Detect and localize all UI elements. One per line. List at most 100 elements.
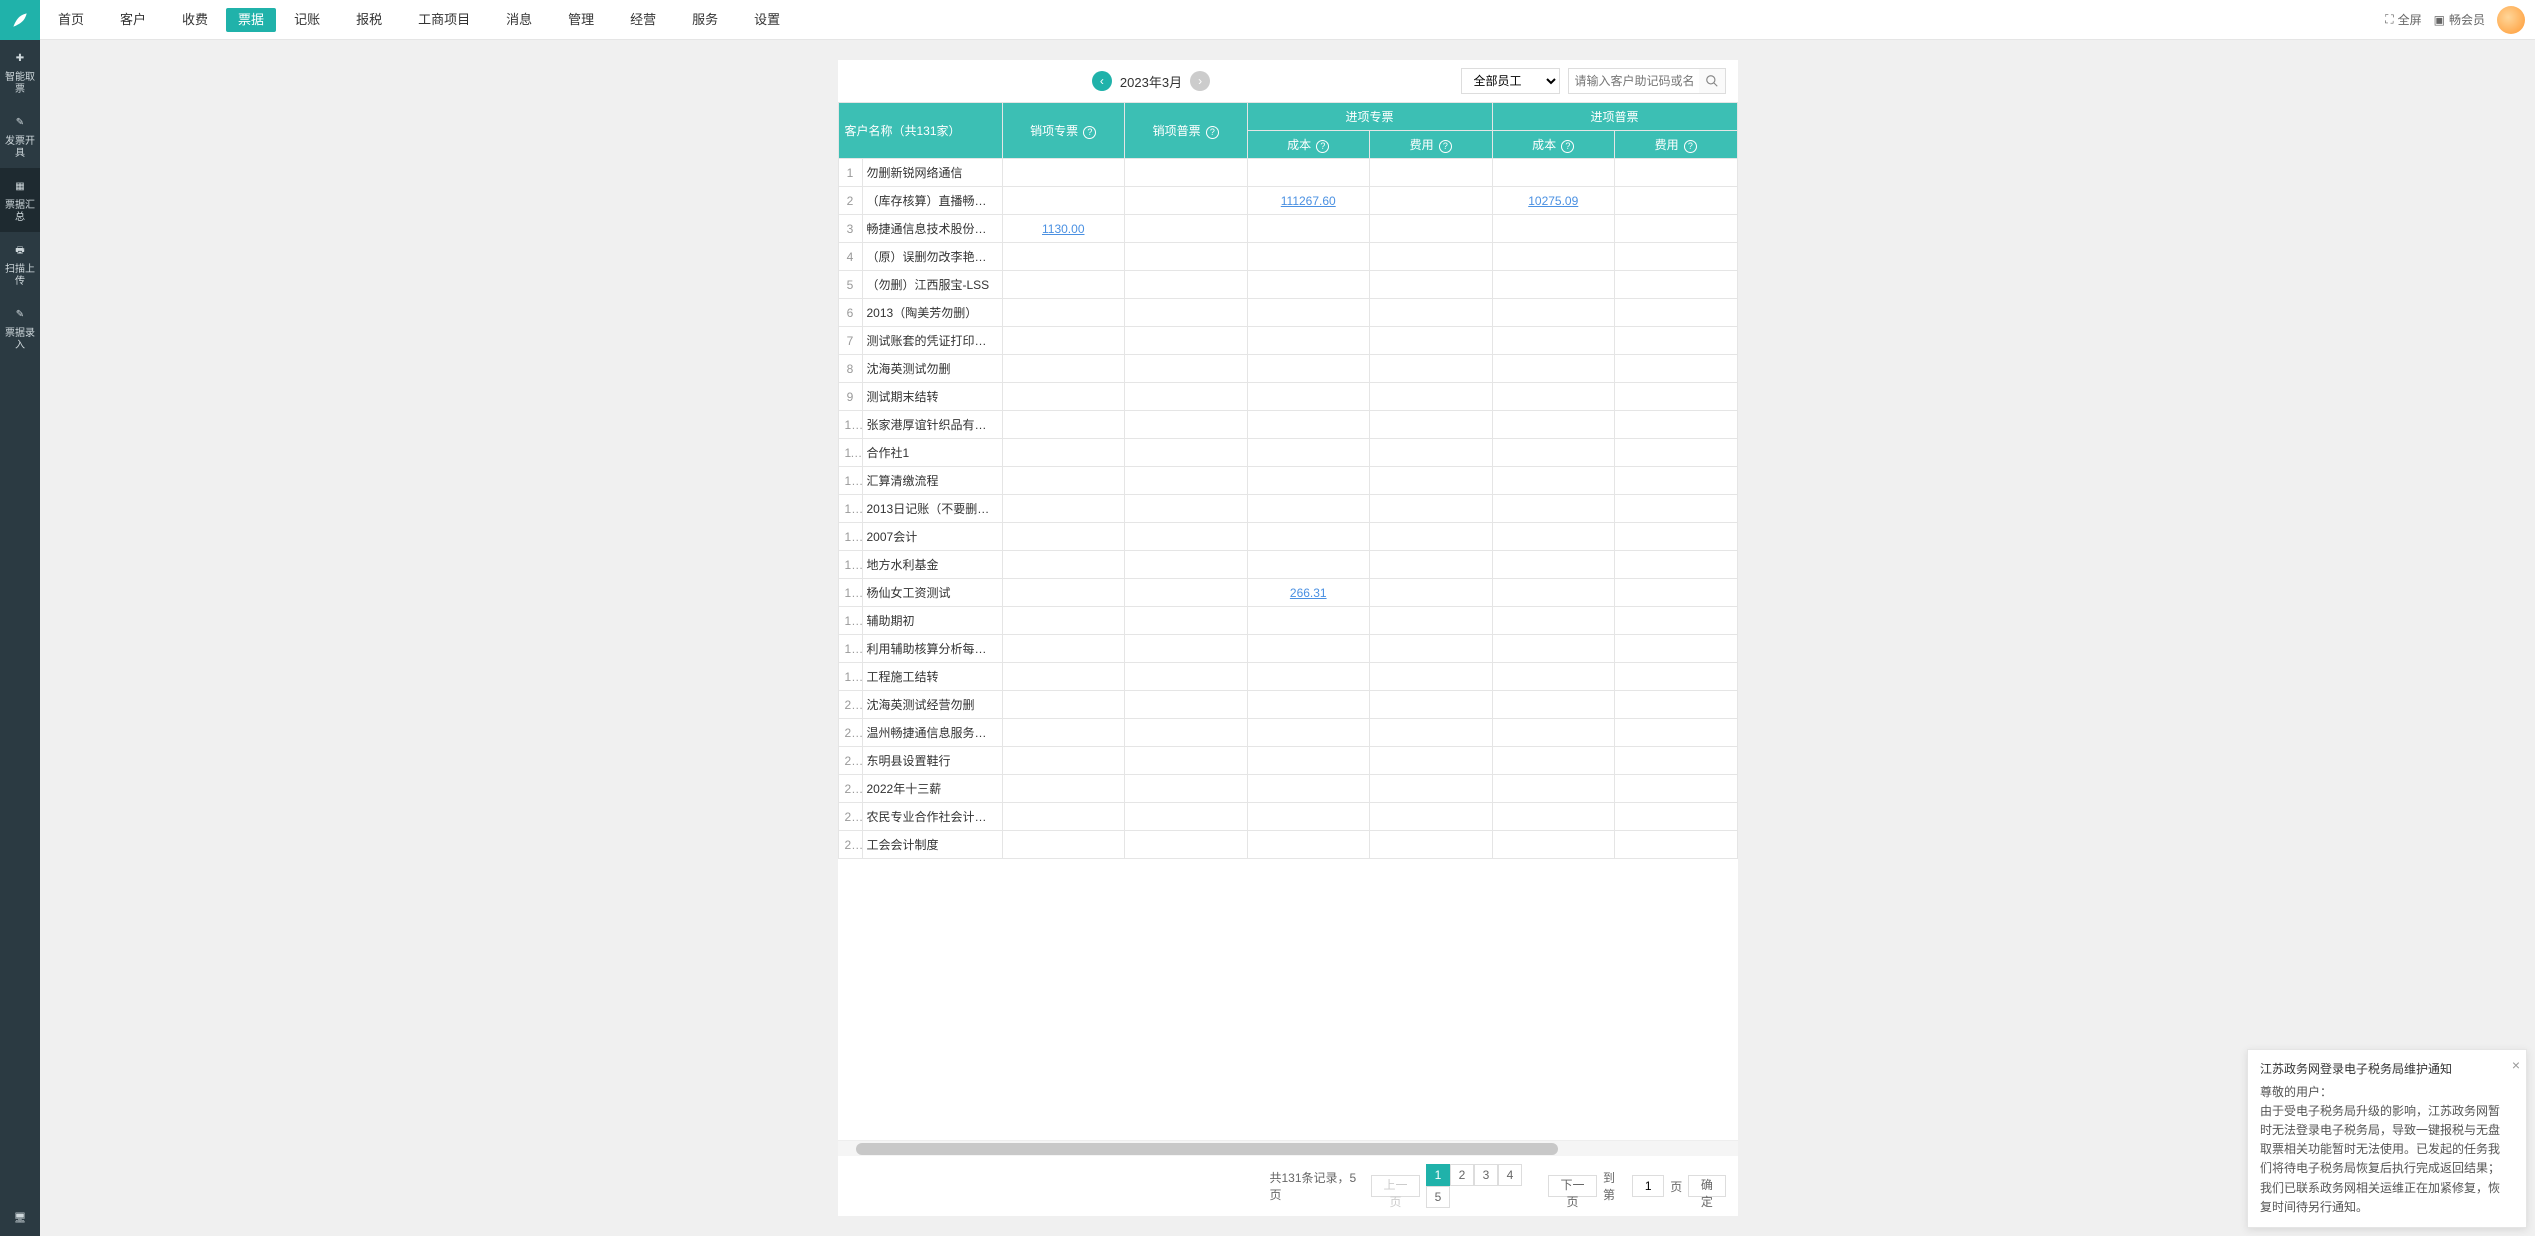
horizontal-scrollbar[interactable] [838,1140,1738,1156]
cell-sale-special [1002,775,1125,803]
nav-item-6[interactable]: 工商项目 [400,0,488,40]
plus-icon: ✚ [11,50,29,68]
cell-in-general-cost [1492,635,1615,663]
cell-in-general-expense [1615,803,1738,831]
pager-page-5[interactable]: 5 [1426,1186,1450,1208]
nav-item-2[interactable]: 收费 [164,0,226,40]
nav-item-11[interactable]: 设置 [736,0,798,40]
employee-select[interactable]: 全部员工 [1461,68,1560,94]
cell-in-general-cost [1492,691,1615,719]
table-row[interactable]: 11合作社1 [838,439,1737,467]
table-row[interactable]: 142007会计 [838,523,1737,551]
sidebar-bottom-item[interactable]: 🖥 [0,1200,40,1236]
nav-item-7[interactable]: 消息 [488,0,550,40]
nav-item-4[interactable]: 记账 [276,0,338,40]
nav-item-8[interactable]: 管理 [550,0,612,40]
cell-index: 2 [838,187,862,215]
table-row[interactable]: 15地方水利基金 [838,551,1737,579]
cell-in-general-cost [1492,551,1615,579]
cell-in-general-cost [1492,383,1615,411]
table-row[interactable]: 7测试账套的凭证打印的时候… [838,327,1737,355]
cell-name: 东明县设置鞋行 [862,747,1002,775]
table-row[interactable]: 19工程施工结转 [838,663,1737,691]
pager-page-2[interactable]: 2 [1450,1164,1474,1186]
sidebar-item-2[interactable]: ▦票据汇总 [0,168,40,232]
cell-sale-special[interactable]: 1130.00 [1002,215,1125,243]
close-icon[interactable]: × [2512,1054,2520,1076]
cell-in-special-expense [1370,635,1493,663]
cell-index: 22 [838,747,862,775]
cell-in-special-cost[interactable]: 266.31 [1247,579,1370,607]
nav-item-10[interactable]: 服务 [674,0,736,40]
table-row[interactable]: 4（原）误删勿改李艳芬测试账… [838,243,1737,271]
cell-index: 9 [838,383,862,411]
help-icon[interactable]: ? [1316,140,1329,153]
nav-item-9[interactable]: 经营 [612,0,674,40]
cell-sale-special [1002,299,1125,327]
pagination: 共131条记录，5页 上一页 12345 下一页 到第 页 确定 [838,1156,1738,1216]
pager-next-button[interactable]: 下一页 [1548,1175,1597,1197]
table-row[interactable]: 2（库存核算）直播畅捷通信…111267.6010275.09 [838,187,1737,215]
cell-in-general-cost[interactable]: 10275.09 [1492,187,1615,215]
table-row[interactable]: 12汇算清缴流程 [838,467,1737,495]
nav-item-1[interactable]: 客户 [102,0,164,40]
help-icon[interactable]: ? [1684,140,1697,153]
table-row[interactable]: 25工会会计制度 [838,831,1737,859]
nav-item-0[interactable]: 首页 [40,0,102,40]
pager-prev-button[interactable]: 上一页 [1371,1175,1420,1197]
app-logo [0,0,40,40]
goto-page-input[interactable] [1632,1175,1664,1197]
period-next-button[interactable]: › [1190,71,1210,91]
cell-in-special-cost [1247,243,1370,271]
nav-item-3[interactable]: 票据 [226,8,276,32]
member-button[interactable]: ▣ 畅会员 [2434,11,2485,28]
sidebar-item-4[interactable]: ✎票据录入 [0,296,40,360]
table-row[interactable]: 232022年十三薪 [838,775,1737,803]
table-row[interactable]: 1勿删新锐网络通信 [838,159,1737,187]
nav-item-5[interactable]: 报税 [338,0,400,40]
pager-page-4[interactable]: 4 [1498,1164,1522,1186]
table-row[interactable]: 10张家港厚谊针织品有限公… [838,411,1737,439]
cell-in-special-cost[interactable]: 111267.60 [1247,187,1370,215]
monitor-icon: 🖥 [11,1210,29,1228]
table-row[interactable]: 9测试期末结转 [838,383,1737,411]
cell-in-special-cost [1247,775,1370,803]
cell-in-general-expense [1615,719,1738,747]
table-row[interactable]: 3畅捷通信息技术股份有限公…1130.00 [838,215,1737,243]
search-button[interactable] [1699,69,1725,93]
cell-name: （原）误删勿改李艳芬测试账… [862,243,1002,271]
cell-name: 测试期末结转 [862,383,1002,411]
scrollbar-thumb[interactable] [856,1143,1558,1155]
pager-page-1[interactable]: 1 [1426,1164,1450,1186]
table-row[interactable]: 5（勿删）江西服宝-LSS [838,271,1737,299]
cell-index: 1 [838,159,862,187]
table-row[interactable]: 17辅助期初 [838,607,1737,635]
help-icon[interactable]: ? [1561,140,1574,153]
sidebar-item-0[interactable]: ✚智能取票 [0,40,40,104]
table-row[interactable]: 132013日记账（不要删除哈… [838,495,1737,523]
avatar[interactable] [2497,6,2525,34]
pager-page-3[interactable]: 3 [1474,1164,1498,1186]
table-row[interactable]: 62013（陶美芳勿删） [838,299,1737,327]
search-input[interactable] [1569,69,1699,93]
cell-sale-special [1002,551,1125,579]
help-icon[interactable]: ? [1439,140,1452,153]
sidebar-item-3[interactable]: 🖶扫描上传 [0,232,40,296]
cell-sale-special [1002,439,1125,467]
table-row[interactable]: 16杨仙女工资测试266.31 [838,579,1737,607]
period-prev-button[interactable]: ‹ [1092,71,1112,91]
table-row[interactable]: 20沈海英测试经营勿删 [838,691,1737,719]
table-row[interactable]: 24农民专业合作社会计制度 [838,803,1737,831]
table-row[interactable]: 21温州畅捷通信息服务有限… [838,719,1737,747]
cell-index: 16 [838,579,862,607]
table-row[interactable]: 8沈海英测试勿删 [838,355,1737,383]
sidebar-item-label: 票据汇总 [2,200,38,224]
help-icon[interactable]: ? [1083,126,1096,139]
sidebar-item-1[interactable]: ✎发票开具 [0,104,40,168]
fullscreen-button[interactable]: ⛶ 全屏 [2385,11,2421,28]
goto-confirm-button[interactable]: 确定 [1688,1175,1725,1197]
help-icon[interactable]: ? [1206,126,1219,139]
table-row[interactable]: 22东明县设置鞋行 [838,747,1737,775]
table-row[interactable]: 18利用辅助核算分析每种商… [838,635,1737,663]
cell-in-general-cost [1492,579,1615,607]
